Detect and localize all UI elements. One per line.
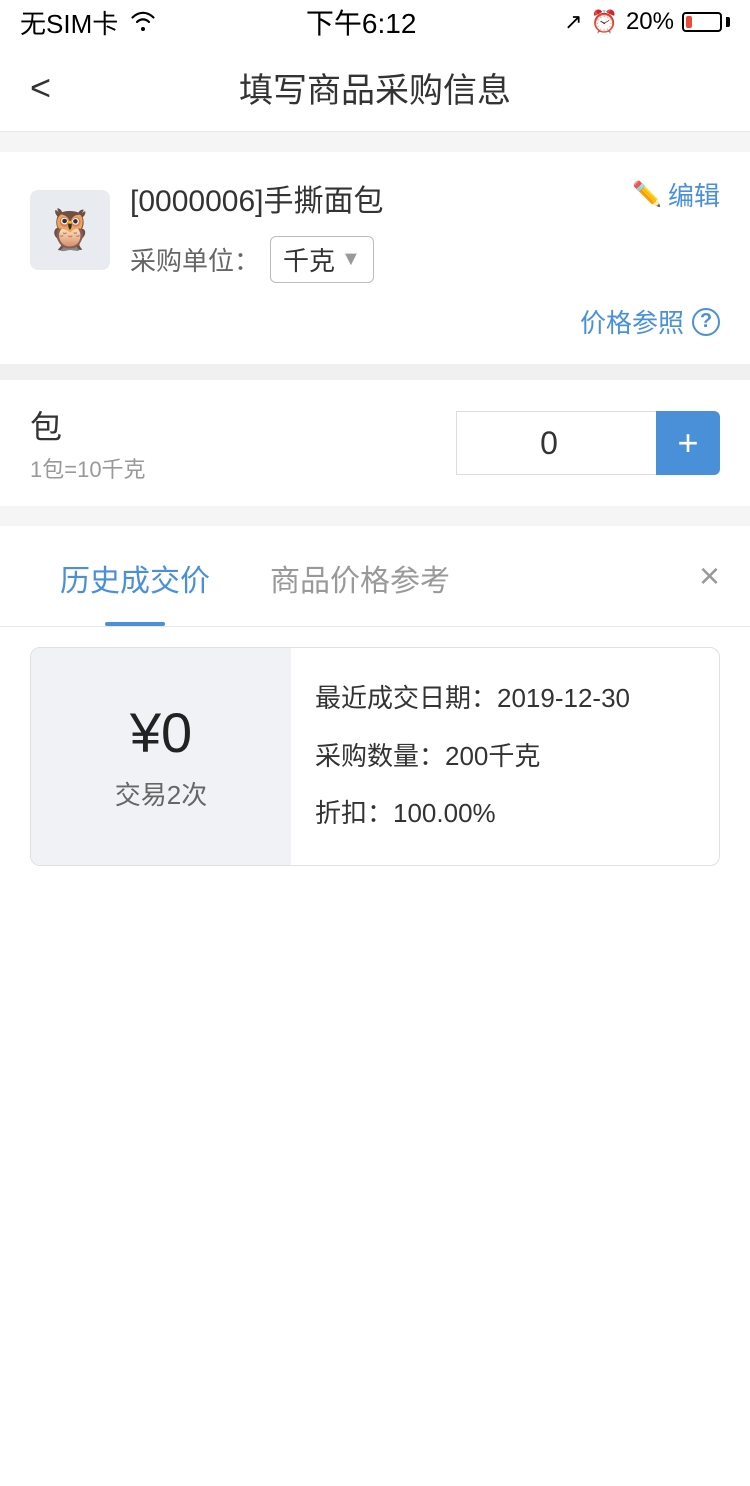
- tab-underline: [105, 622, 165, 626]
- product-left: 🦉 [0000006]手撕面包 采购单位： 千克 ▼: [30, 176, 383, 283]
- back-button[interactable]: <: [30, 67, 90, 109]
- carrier-label: 无SIM卡: [20, 4, 118, 41]
- tab-price-ref[interactable]: 商品价格参考: [240, 526, 480, 626]
- product-header: 🦉 [0000006]手撕面包 采购单位： 千克 ▼ ✏️ 编辑: [30, 176, 720, 283]
- page-title: 填写商品采购信息: [239, 63, 511, 112]
- price-card: ¥0 交易2次 最近成交日期：2019-12-30 采购数量：200千克 折扣：…: [30, 647, 720, 866]
- product-unit-row: 采购单位： 千克 ▼: [130, 236, 383, 283]
- status-time: 下午6:12: [306, 2, 417, 42]
- alarm-icon: ⏰: [591, 9, 618, 35]
- tabs-section: 历史成交价 商品价格参考 × ¥0 交易2次 最近成交日期：2019-12-30…: [0, 526, 750, 886]
- recent-date-value: 2019-12-30: [497, 683, 630, 713]
- location-icon: ↗: [564, 9, 582, 35]
- unit-label: 采购单位：: [130, 241, 260, 278]
- price-trades: 交易2次: [115, 775, 207, 812]
- chevron-down-icon: ▼: [341, 248, 361, 271]
- quantity-row: 包 1包=10千克 +: [0, 380, 750, 506]
- unit-select[interactable]: 千克 ▼: [270, 236, 374, 283]
- edit-button[interactable]: ✏️ 编辑: [632, 176, 720, 213]
- status-left: 无SIM卡: [20, 4, 158, 41]
- edit-icon: ✏️: [632, 180, 662, 209]
- purchase-quantity-row: 采购数量：200千克: [315, 736, 695, 778]
- quantity-label-group: 包 1包=10千克: [30, 402, 146, 484]
- quantity-input-group: +: [456, 411, 720, 475]
- battery-percent: 20%: [626, 8, 674, 36]
- discount-label: 折扣：: [315, 798, 393, 828]
- nav-bar: < 填写商品采购信息: [0, 44, 750, 132]
- help-icon: ?: [692, 308, 720, 336]
- product-info: [0000006]手撕面包 采购单位： 千克 ▼: [130, 176, 383, 283]
- product-thumbnail: 🦉: [30, 190, 110, 270]
- tabs-header: 历史成交价 商品价格参考 ×: [0, 526, 750, 627]
- price-value: 0: [161, 701, 192, 764]
- tab-close-button[interactable]: ×: [679, 535, 720, 617]
- tab-history-label: 历史成交价: [60, 565, 210, 598]
- product-name: [0000006]手撕面包: [130, 176, 383, 220]
- quantity-input[interactable]: [456, 411, 656, 475]
- price-card-right: 最近成交日期：2019-12-30 采购数量：200千克 折扣：100.00%: [291, 648, 719, 865]
- price-card-left: ¥0 交易2次: [31, 648, 291, 865]
- bottom-white-area: [0, 886, 750, 1486]
- edit-label: 编辑: [668, 176, 720, 213]
- battery-icon: [682, 12, 730, 32]
- price-currency: ¥: [130, 701, 161, 764]
- divider: [0, 364, 750, 380]
- price-ref-row: 价格参照 ?: [30, 303, 720, 340]
- product-thumbnail-icon: 🦉: [45, 206, 95, 253]
- discount-row: 折扣：100.00%: [315, 793, 695, 835]
- status-right: ↗ ⏰ 20%: [564, 8, 730, 36]
- price-ref-button[interactable]: 价格参照 ?: [580, 303, 720, 340]
- quantity-plus-button[interactable]: +: [656, 411, 720, 475]
- tab-price-ref-label: 商品价格参考: [270, 565, 450, 598]
- price-amount: ¥0: [130, 700, 192, 765]
- status-bar: 无SIM卡 下午6:12 ↗ ⏰ 20%: [0, 0, 750, 44]
- wifi-icon: [128, 7, 158, 38]
- quantity-conversion: 1包=10千克: [30, 452, 146, 484]
- recent-date-row: 最近成交日期：2019-12-30: [315, 678, 695, 720]
- price-card-container: ¥0 交易2次 最近成交日期：2019-12-30 采购数量：200千克 折扣：…: [0, 627, 750, 886]
- purchase-quantity-value: 200千克: [445, 741, 540, 771]
- recent-date-label: 最近成交日期：: [315, 683, 497, 713]
- discount-value: 100.00%: [393, 798, 496, 828]
- tab-history-price[interactable]: 历史成交价: [30, 526, 240, 626]
- product-card: 🦉 [0000006]手撕面包 采购单位： 千克 ▼ ✏️ 编辑 价格参照 ?: [0, 152, 750, 364]
- purchase-quantity-label: 采购数量：: [315, 741, 445, 771]
- price-ref-label: 价格参照: [580, 303, 684, 340]
- unit-value: 千克: [283, 241, 335, 278]
- quantity-unit-label: 包: [30, 402, 146, 448]
